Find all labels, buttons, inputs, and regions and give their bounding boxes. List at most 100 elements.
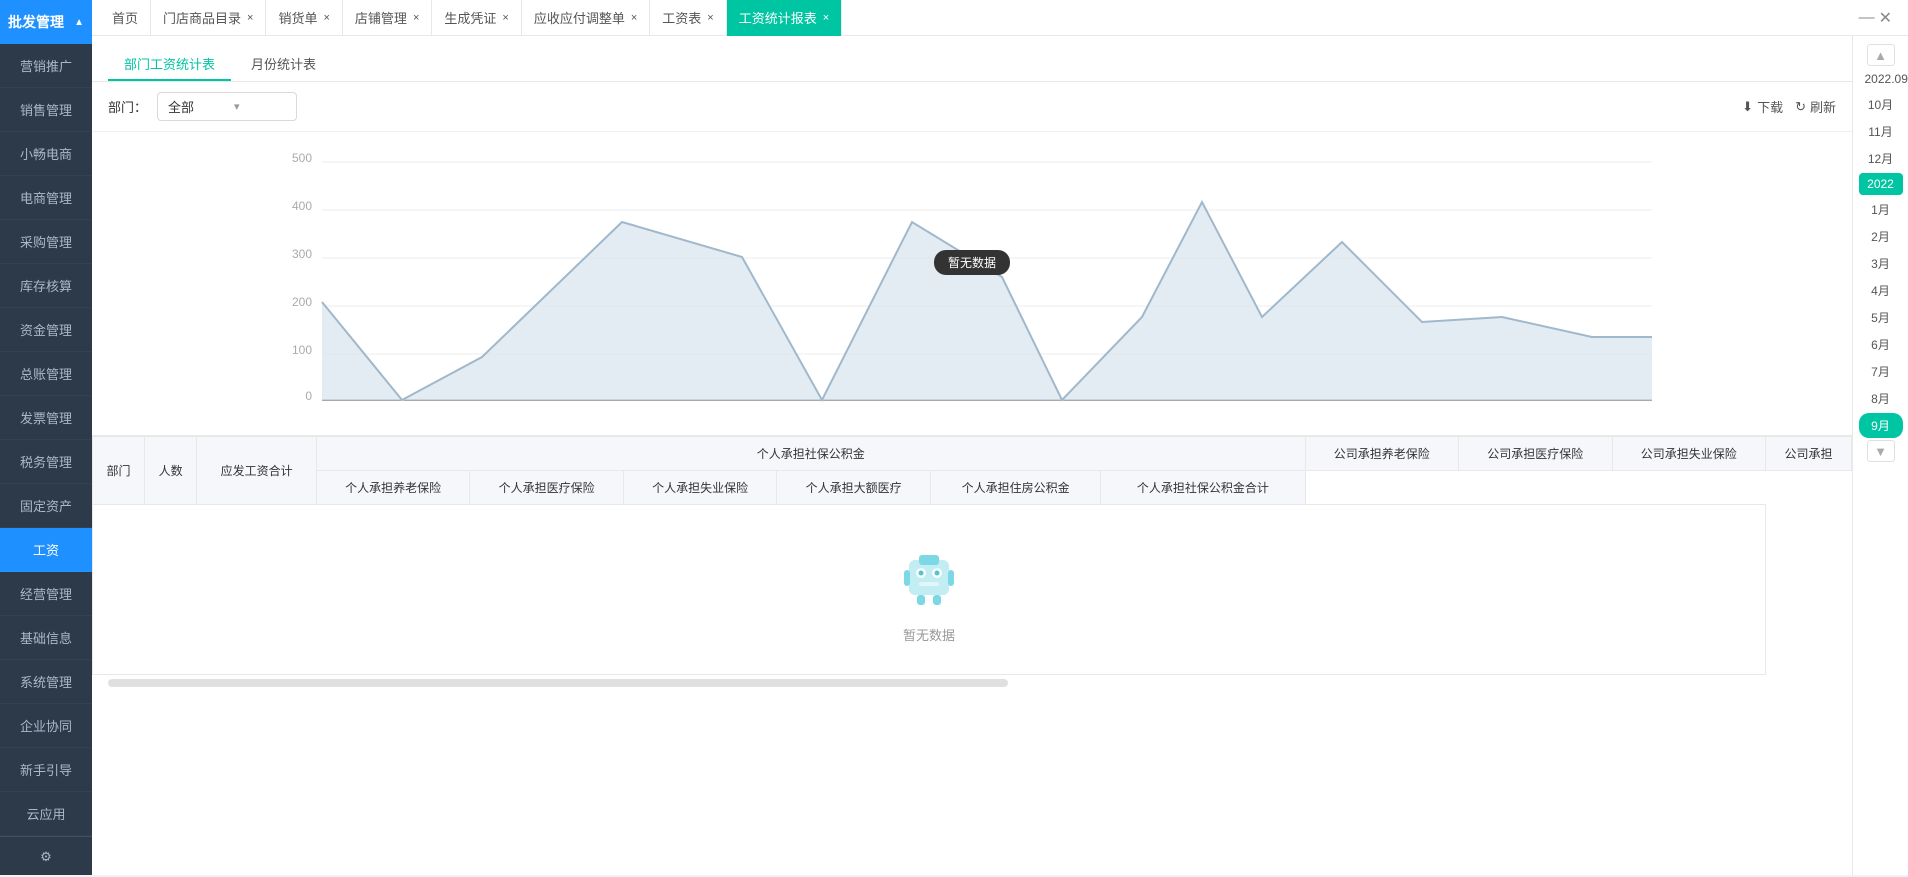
date-item-5月[interactable]: 5月 — [1859, 305, 1903, 330]
tab-product_catalog[interactable]: 门店商品目录× — [151, 0, 266, 36]
sidebar-collapse-icon[interactable]: ▲ — [74, 17, 84, 28]
sidebar-item-guide[interactable]: 新手引导 — [0, 748, 92, 792]
col-p-pension: 个人承担养老保险 — [316, 471, 470, 505]
date-panel: ▲ 2022.0910月11月12月20221月2月3月4月5月6月7月8月9月… — [1852, 36, 1908, 875]
stats-table: 部门 人数 应发工资合计 个人承担社保公积金 公司承担养老保险 公司承担医疗保险… — [92, 436, 1852, 675]
tab-label-payroll_table: 工资表 — [662, 8, 701, 27]
dept-label: 部门： — [108, 97, 147, 116]
col-p-medical: 个人承担医疗保险 — [470, 471, 624, 505]
date-item-1月[interactable]: 1月 — [1859, 197, 1903, 222]
download-btn[interactable]: ⬇ 下载 — [1742, 97, 1783, 116]
tab-label-sales_order: 销货单 — [278, 8, 317, 27]
toolbar: 部门： 全部 ▾ ⬇ 下载 ↻ 刷新 — [92, 82, 1852, 132]
main-area: 首页门店商品目录×销货单×店铺管理×生成凭证×应收应付调整单×工资表×工资统计报… — [92, 0, 1908, 875]
table-scrollbar[interactable] — [108, 679, 1008, 687]
sidebar-item-payroll[interactable]: 工资 — [0, 528, 92, 572]
date-item-11月[interactable]: 11月 — [1859, 119, 1903, 144]
date-item-2022[interactable]: 2022 — [1859, 173, 1903, 195]
sidebar-item-purchase[interactable]: 采购管理 — [0, 220, 92, 264]
tab-close-sales_order[interactable]: × — [323, 12, 329, 24]
date-nav-down[interactable]: ▼ — [1867, 440, 1895, 462]
sidebar-item-sales[interactable]: 销售管理 — [0, 88, 92, 132]
col-p-total: 个人承担社保公积金合计 — [1101, 471, 1305, 505]
sidebar-item-ledger[interactable]: 总账管理 — [0, 352, 92, 396]
tab-label-home: 首页 — [112, 8, 138, 27]
sidebar-item-marketing[interactable]: 营销推广 — [0, 44, 92, 88]
svg-text:0: 0 — [305, 389, 312, 403]
date-item-4月[interactable]: 4月 — [1859, 278, 1903, 303]
tab-ap_ar[interactable]: 应收应付调整单× — [522, 0, 650, 36]
date-item-6月[interactable]: 6月 — [1859, 332, 1903, 357]
tab-sales_order[interactable]: 销货单 × — [266, 0, 342, 36]
tab-close-store_mgmt[interactable]: × — [413, 12, 419, 24]
date-nav-up[interactable]: ▲ — [1867, 44, 1895, 66]
sidebar-item-ecom[interactable]: 电商管理 — [0, 176, 92, 220]
tab-produce_cert[interactable]: 生成凭证× — [432, 0, 521, 36]
tab-close-product_catalog[interactable]: × — [247, 12, 253, 24]
download-label: 下载 — [1757, 97, 1783, 116]
col-company-pension: 公司承担养老保险 — [1305, 437, 1459, 471]
tab-label-store_mgmt: 店铺管理 — [355, 8, 407, 27]
sub-tab-dept_stats[interactable]: 部门工资统计表 — [108, 48, 231, 81]
tabs-bar: 首页门店商品目录×销货单×店铺管理×生成凭证×应收应付调整单×工资表×工资统计报… — [92, 0, 1908, 36]
tab-close-payroll_report[interactable]: × — [823, 12, 829, 24]
sidebar-item-invoice[interactable]: 发票管理 — [0, 396, 92, 440]
close-icon[interactable]: ✕ — [1879, 8, 1892, 28]
sidebar-item-cloud[interactable]: 云应用 — [0, 792, 92, 836]
dept-select[interactable]: 全部 ▾ — [157, 92, 297, 121]
sidebar-item-basic[interactable]: 基础信息 — [0, 616, 92, 660]
tab-close-ap_ar[interactable]: × — [631, 12, 637, 24]
col-p-big-medical: 个人承担大额医疗 — [777, 471, 931, 505]
sidebar-item-ops[interactable]: 经营管理 — [0, 572, 92, 616]
tab-payroll_report[interactable]: 工资统计报表× — [727, 0, 842, 36]
content-area: 部门工资统计表月份统计表 部门： 全部 ▾ ⬇ 下载 ↻ — [92, 36, 1908, 875]
tab-close-produce_cert[interactable]: × — [502, 12, 508, 24]
tab-close-payroll_table[interactable]: × — [707, 12, 713, 24]
toolbar-right: ⬇ 下载 ↻ 刷新 — [1742, 97, 1836, 116]
col-group-personal: 个人承担社保公积金 — [316, 437, 1305, 471]
date-item-10月[interactable]: 10月 — [1859, 92, 1903, 117]
sidebar-header[interactable]: 批发管理 ▲ — [0, 0, 92, 44]
chart-container: 500 400 300 200 100 0 — [92, 132, 1852, 435]
sidebar-header-label: 批发管理 — [8, 12, 64, 32]
sidebar-item-finance[interactable]: 资金管理 — [0, 308, 92, 352]
date-item-12月[interactable]: 12月 — [1859, 146, 1903, 171]
table-wrap[interactable]: 部门 人数 应发工资合计 个人承担社保公积金 公司承担养老保险 公司承担医疗保险… — [92, 435, 1852, 875]
tab-payroll_table[interactable]: 工资表 × — [650, 0, 726, 36]
chart-svg: 500 400 300 200 100 0 — [108, 142, 1836, 422]
empty-row: 暂无数据 — [93, 505, 1852, 675]
date-item-8月[interactable]: 8月 — [1859, 386, 1903, 411]
date-item-9月[interactable]: 9月 — [1859, 413, 1903, 438]
date-item-2月[interactable]: 2月 — [1859, 224, 1903, 249]
chevron-down-icon: ▾ — [234, 100, 240, 113]
sidebar: 批发管理 ▲ 营销推广销售管理小畅电商电商管理采购管理库存核算资金管理总账管理发… — [0, 0, 92, 875]
sidebar-item-mini[interactable]: 小畅电商 — [0, 132, 92, 176]
date-item-7月[interactable]: 7月 — [1859, 359, 1903, 384]
sidebar-item-tax[interactable]: 税务管理 — [0, 440, 92, 484]
tab-store_mgmt[interactable]: 店铺管理 × — [343, 0, 432, 36]
col-total: 应发工资合计 — [197, 437, 317, 505]
chart-wrap: 500 400 300 200 100 0 — [108, 142, 1836, 425]
col-dept: 部门 — [93, 437, 145, 505]
refresh-btn[interactable]: ↻ 刷新 — [1795, 97, 1836, 116]
settings-icon: ⚙ — [40, 849, 52, 864]
sidebar-item-stock[interactable]: 库存核算 — [0, 264, 92, 308]
sub-tab-month_stats[interactable]: 月份统计表 — [235, 48, 332, 81]
sidebar-item-assets[interactable]: 固定资产 — [0, 484, 92, 528]
minimize-icon[interactable]: — — [1859, 9, 1875, 27]
date-item-2022-09[interactable]: 2022.09 — [1859, 68, 1903, 90]
sidebar-item-collab[interactable]: 企业协同 — [0, 704, 92, 748]
svg-text:400: 400 — [292, 199, 312, 213]
col-p-unemployment: 个人承担失业保险 — [623, 471, 777, 505]
tab-home[interactable]: 首页 — [100, 0, 151, 36]
col-count: 人数 — [145, 437, 197, 505]
sidebar-item-system[interactable]: 系统管理 — [0, 660, 92, 704]
sub-tabs: 部门工资统计表月份统计表 — [92, 36, 1852, 82]
no-data-badge: 暂无数据 — [934, 250, 1010, 275]
empty-robot-icon — [889, 535, 969, 615]
svg-text:300: 300 — [292, 247, 312, 261]
date-item-3月[interactable]: 3月 — [1859, 251, 1903, 276]
sidebar-settings[interactable]: ⚙ — [0, 836, 92, 877]
toolbar-left: 部门： 全部 ▾ — [108, 92, 297, 121]
col-company-more: 公司承担 — [1766, 437, 1852, 471]
